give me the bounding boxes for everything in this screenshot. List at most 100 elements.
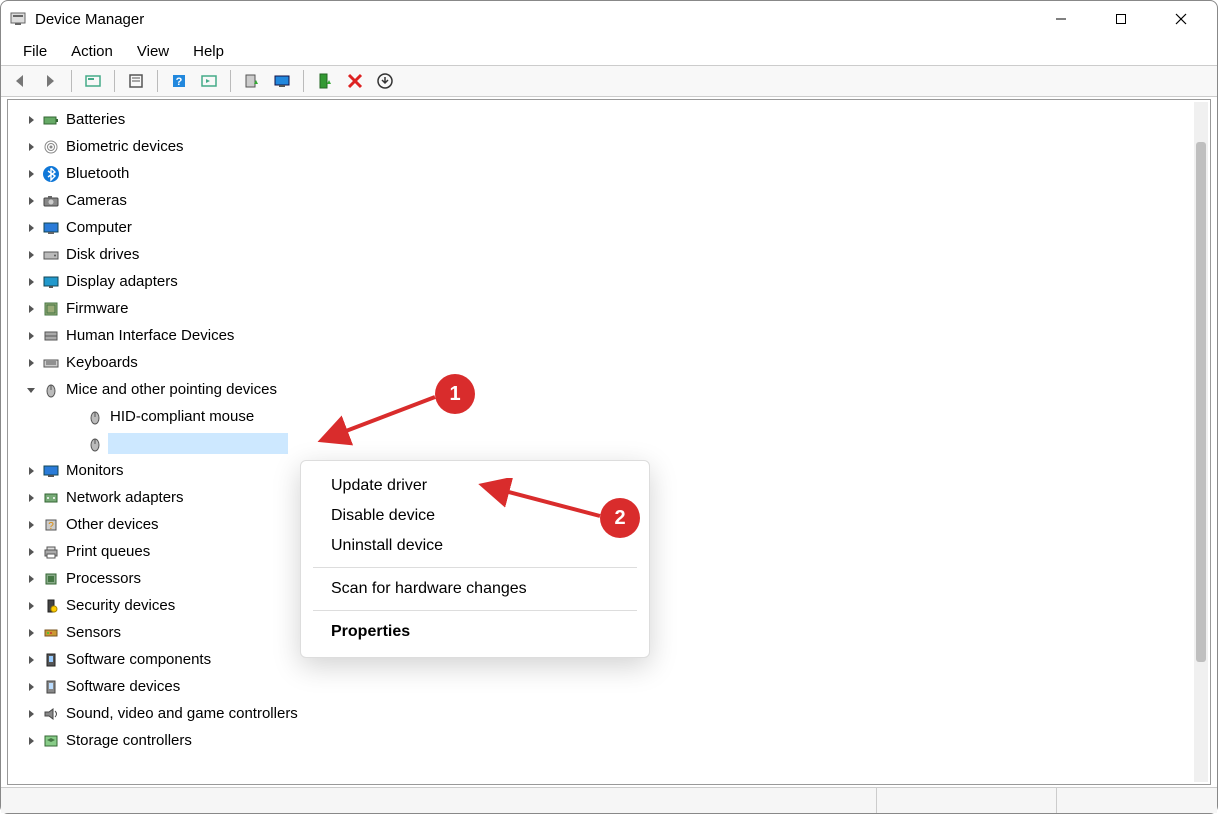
uninstall-button[interactable] xyxy=(372,69,398,93)
display-icon xyxy=(40,272,62,292)
mouse-icon xyxy=(84,407,106,427)
context-menu-item[interactable]: Uninstall device xyxy=(301,531,649,561)
status-segment xyxy=(1,788,877,813)
status-segment xyxy=(877,788,1057,813)
tree-category[interactable]: Mice and other pointing devices xyxy=(22,376,1210,403)
monitor-icon xyxy=(40,461,62,481)
context-menu-item[interactable]: Disable device xyxy=(301,501,649,531)
chevron-right-icon[interactable] xyxy=(22,466,40,476)
tree-category-label: Monitors xyxy=(66,462,124,479)
tree-category-label: Software devices xyxy=(66,678,180,695)
keyboard-icon xyxy=(40,353,62,373)
chevron-right-icon[interactable] xyxy=(22,250,40,260)
back-button[interactable] xyxy=(7,69,33,93)
tree-category[interactable]: Keyboards xyxy=(22,349,1210,376)
menu-view[interactable]: View xyxy=(125,40,181,63)
security-icon xyxy=(40,596,62,616)
tree-category-label: Cameras xyxy=(66,192,127,209)
sound-icon xyxy=(40,704,62,724)
tree-category-label: Print queues xyxy=(66,543,150,560)
window-title: Device Manager xyxy=(35,11,144,28)
context-menu-separator xyxy=(313,567,637,568)
update-driver-button[interactable] xyxy=(239,69,265,93)
swcomp-icon xyxy=(40,650,62,670)
chevron-down-icon[interactable] xyxy=(22,385,40,395)
maximize-button[interactable] xyxy=(1091,1,1151,37)
tree-category[interactable]: Cameras xyxy=(22,187,1210,214)
tree-category[interactable]: Display adapters xyxy=(22,268,1210,295)
context-menu-item[interactable]: Properties xyxy=(301,617,649,647)
scrollbar-track[interactable] xyxy=(1194,102,1208,782)
menu-help[interactable]: Help xyxy=(181,40,236,63)
chevron-right-icon[interactable] xyxy=(22,331,40,341)
tree-category[interactable]: Software devices xyxy=(22,673,1210,700)
chevron-right-icon[interactable] xyxy=(22,682,40,692)
context-menu-separator xyxy=(313,610,637,611)
toolbar-separator xyxy=(303,70,304,92)
chevron-right-icon[interactable] xyxy=(22,142,40,152)
chevron-right-icon[interactable] xyxy=(22,169,40,179)
sensors-icon xyxy=(40,623,62,643)
tree-category-label: Batteries xyxy=(66,111,125,128)
tree-category[interactable]: Batteries xyxy=(22,106,1210,133)
tree-category[interactable]: Biometric devices xyxy=(22,133,1210,160)
chevron-right-icon[interactable] xyxy=(22,601,40,611)
disable-button[interactable] xyxy=(342,69,368,93)
tree-category[interactable]: Storage controllers xyxy=(22,727,1210,754)
tree-category[interactable]: Sound, video and game controllers xyxy=(22,700,1210,727)
help-button[interactable]: ? xyxy=(166,69,192,93)
tree-category-label: Storage controllers xyxy=(66,732,192,749)
properties-button[interactable] xyxy=(123,69,149,93)
chevron-right-icon[interactable] xyxy=(22,736,40,746)
menu-file[interactable]: File xyxy=(11,40,59,63)
status-segment xyxy=(1057,788,1217,813)
network-icon xyxy=(40,488,62,508)
chevron-right-icon[interactable] xyxy=(22,196,40,206)
svg-text:?: ? xyxy=(176,76,183,88)
tree-category[interactable]: Disk drives xyxy=(22,241,1210,268)
mouse-icon xyxy=(40,380,62,400)
chevron-right-icon[interactable] xyxy=(22,358,40,368)
chevron-right-icon[interactable] xyxy=(22,115,40,125)
enable-button[interactable] xyxy=(312,69,338,93)
chevron-right-icon[interactable] xyxy=(22,547,40,557)
tree-category[interactable]: Human Interface Devices xyxy=(22,322,1210,349)
chevron-right-icon[interactable] xyxy=(22,520,40,530)
chevron-right-icon[interactable] xyxy=(22,493,40,503)
menu-action[interactable]: Action xyxy=(59,40,125,63)
annotation-marker-2: 2 xyxy=(600,498,640,538)
tree-category[interactable]: Firmware xyxy=(22,295,1210,322)
annotation-marker-1: 1 xyxy=(435,374,475,414)
action-prop-button[interactable] xyxy=(196,69,222,93)
context-menu-item[interactable]: Update driver xyxy=(301,471,649,501)
computer-icon xyxy=(40,218,62,238)
toolbar-separator xyxy=(230,70,231,92)
context-menu-item[interactable]: Scan for hardware changes xyxy=(301,574,649,604)
tree-category-label: Firmware xyxy=(66,300,129,317)
tree-device[interactable]: HID-compliant mouse xyxy=(22,403,1210,430)
chevron-right-icon[interactable] xyxy=(22,574,40,584)
tree-category-label: Security devices xyxy=(66,597,175,614)
tree-device[interactable] xyxy=(22,430,1210,457)
tree-category[interactable]: Computer xyxy=(22,214,1210,241)
scan-hardware-button[interactable] xyxy=(269,69,295,93)
menubar: File Action View Help xyxy=(1,37,1217,65)
disk-icon xyxy=(40,245,62,265)
forward-button[interactable] xyxy=(37,69,63,93)
chevron-right-icon[interactable] xyxy=(22,709,40,719)
chevron-right-icon[interactable] xyxy=(22,277,40,287)
scrollbar-thumb[interactable] xyxy=(1196,142,1206,662)
minimize-button[interactable] xyxy=(1031,1,1091,37)
show-hidden-button[interactable] xyxy=(80,69,106,93)
tree-category[interactable]: Bluetooth xyxy=(22,160,1210,187)
chevron-right-icon[interactable] xyxy=(22,628,40,638)
chevron-right-icon[interactable] xyxy=(22,223,40,233)
chevron-right-icon[interactable] xyxy=(22,304,40,314)
chevron-right-icon[interactable] xyxy=(22,655,40,665)
window: Device Manager File Action View Help ? B xyxy=(0,0,1218,814)
close-button[interactable] xyxy=(1151,1,1211,37)
storage-icon xyxy=(40,731,62,751)
device-tree-container: Batteries Biometric devicesBluetooth Camer… xyxy=(7,99,1211,785)
cpu-icon xyxy=(40,569,62,589)
tree-category-label: Other devices xyxy=(66,516,159,533)
